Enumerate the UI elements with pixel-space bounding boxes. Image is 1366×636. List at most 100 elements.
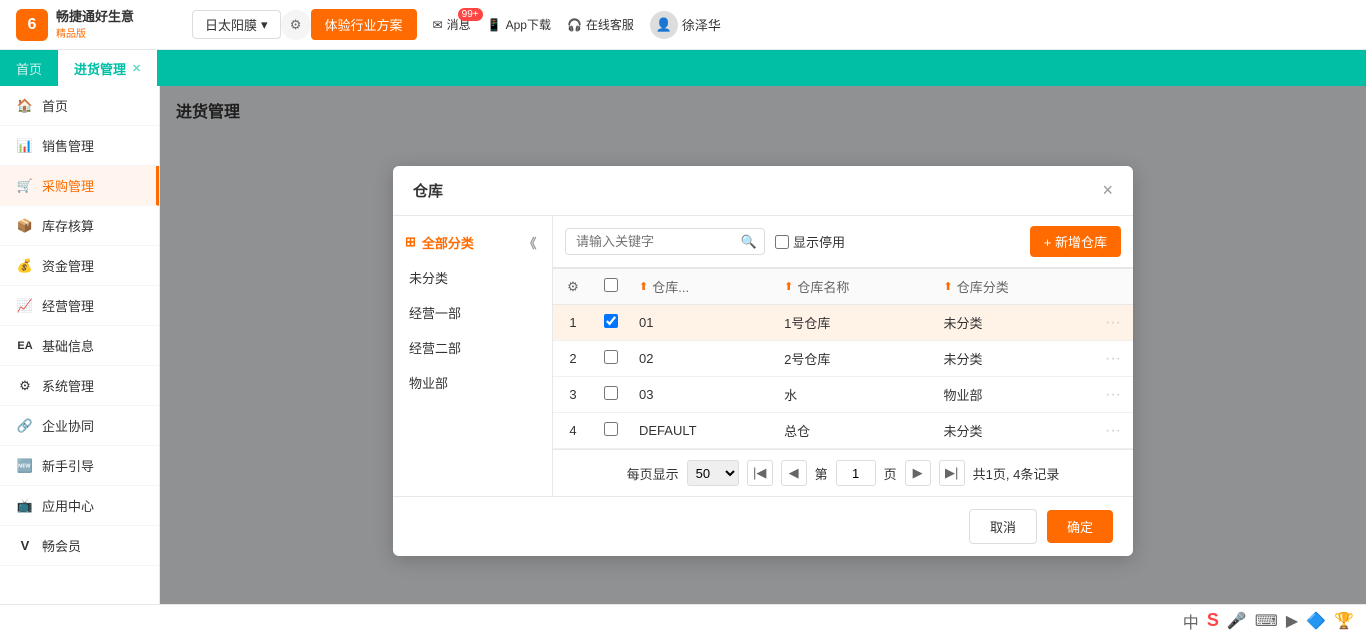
sidebar-item-sales[interactable]: 📊 销售管理 (0, 126, 159, 166)
sort-icon: ⬆ (639, 280, 648, 293)
row-name: 1号仓库 (774, 305, 933, 341)
search-wrap: 🔍 (565, 228, 765, 255)
row-check[interactable] (604, 350, 618, 364)
category-item-none[interactable]: 未分类 (393, 260, 552, 295)
row-category: 未分类 (934, 341, 1093, 377)
gear-button[interactable]: ⚙ (281, 10, 311, 40)
search-input[interactable] (565, 228, 765, 255)
category-item-property[interactable]: 物业部 (393, 365, 552, 400)
chevron-down-icon: ▾ (261, 17, 268, 33)
sidebar-item-membership[interactable]: V 畅会员 (0, 526, 159, 566)
table-row[interactable]: 2 02 2号仓库 未分类 ··· (553, 341, 1133, 377)
service-btn[interactable]: 🎧 在线客服 (567, 16, 634, 33)
modal-content: 🔍 显示停用 + 新增仓库 (553, 216, 1133, 496)
row-more[interactable]: ··· (1093, 341, 1133, 377)
row-more[interactable]: ··· (1093, 413, 1133, 449)
collapse-button[interactable]: 《 (520, 232, 540, 252)
tab-close-icon[interactable]: ✕ (132, 62, 141, 75)
sidebar-item-system[interactable]: ⚙ 系统管理 (0, 366, 159, 406)
page-input[interactable] (836, 460, 876, 486)
row-index: 3 (553, 377, 593, 413)
sidebar-item-inventory[interactable]: 📦 库存核算 (0, 206, 159, 246)
select-all-checkbox[interactable] (604, 278, 618, 292)
next-page-button[interactable]: ▶ (905, 460, 931, 486)
th-check (593, 269, 629, 305)
app-download-btn[interactable]: 📱 App下载 (487, 16, 551, 33)
header-icons: ✉ 消息 99+ 📱 App下载 🎧 在线客服 👤 徐泽华 (433, 11, 721, 39)
finance-icon: 💰 (16, 257, 34, 275)
last-page-button[interactable]: ▶| (939, 460, 965, 486)
table-header-row: ⚙ ⬆仓库... ⬆仓库名称 (553, 269, 1133, 305)
th-actions (1093, 269, 1133, 305)
row-checkbox (593, 377, 629, 413)
bottom-zhong-icon[interactable]: 中 (1183, 609, 1199, 633)
mobile-icon: 📱 (487, 18, 502, 32)
row-name: 总仓 (774, 413, 933, 449)
modal-body: ⊞ 全部分类 《 未分类 经营一部 经营二部 (393, 216, 1133, 496)
message-btn[interactable]: ✉ 消息 99+ (433, 16, 471, 33)
row-more[interactable]: ··· (1093, 305, 1133, 341)
cancel-button[interactable]: 取消 (969, 509, 1037, 544)
sidebar-item-finance[interactable]: 💰 资金管理 (0, 246, 159, 286)
confirm-button[interactable]: 确定 (1047, 510, 1113, 543)
row-name: 水 (774, 377, 933, 413)
sidebar-item-enterprise[interactable]: 🔗 企业协同 (0, 406, 159, 446)
total-label: 共1页, 4条记录 (973, 464, 1060, 483)
sidebar-item-guide[interactable]: 🆕 新手引导 (0, 446, 159, 486)
table-row[interactable]: 1 01 1号仓库 未分类 ··· (553, 305, 1133, 341)
main-layout: 🏠 首页 📊 销售管理 🛒 采购管理 📦 库存核算 💰 资金管理 📈 经营管理 … (0, 86, 1366, 636)
logo-icon: 6 (16, 9, 48, 41)
row-category: 未分类 (934, 413, 1093, 449)
prev-page-button[interactable]: ◀ (781, 460, 807, 486)
logo-sub: 精品版 (56, 25, 134, 40)
tab-purchase[interactable]: 进货管理 ✕ (58, 50, 157, 86)
trial-button[interactable]: 体验行业方案 (311, 9, 417, 40)
app-label: App下载 (506, 16, 551, 33)
add-warehouse-button[interactable]: + 新增仓库 (1030, 226, 1121, 257)
category-item-ops2[interactable]: 经营二部 (393, 330, 552, 365)
guide-icon: 🆕 (16, 457, 34, 475)
table-row[interactable]: 4 DEFAULT 总仓 未分类 ··· (553, 413, 1133, 449)
show-disabled-checkbox[interactable] (775, 235, 789, 249)
first-page-button[interactable]: |◀ (747, 460, 773, 486)
row-index: 1 (553, 305, 593, 341)
home-icon: 🏠 (16, 97, 34, 115)
store-selector[interactable]: 日太阳膜 ▾ (192, 10, 281, 39)
basics-icon: EA (16, 337, 34, 355)
per-page-select[interactable]: 50 100 200 (687, 460, 739, 486)
bottom-trophy-icon[interactable]: 🏆 (1334, 611, 1354, 631)
bottom-play-icon[interactable]: ▶ (1286, 611, 1298, 631)
sidebar-item-operations[interactable]: 📈 经营管理 (0, 286, 159, 326)
tab-home[interactable]: 首页 (0, 50, 58, 86)
content-area: 进货管理 仓库 × ⊞ 全部分类 《 (160, 86, 1366, 636)
store-name: 日太阳膜 (205, 15, 257, 34)
modal-close-button[interactable]: × (1102, 180, 1113, 201)
sidebar-item-apps[interactable]: 📺 应用中心 (0, 486, 159, 526)
modal-sidebar-header[interactable]: ⊞ 全部分类 《 (393, 224, 552, 260)
search-icon[interactable]: 🔍 (741, 234, 757, 250)
sidebar-item-basics[interactable]: EA 基础信息 (0, 326, 159, 366)
bottom-keyboard-icon[interactable]: ⌨ (1255, 611, 1278, 631)
bottom-mic-icon[interactable]: 🎤 (1227, 611, 1247, 631)
page-label: 第 (815, 464, 828, 483)
pagination: 每页显示 50 100 200 |◀ ◀ 第 页 ▶ (553, 449, 1133, 496)
sidebar-item-purchase[interactable]: 🛒 采购管理 (0, 166, 159, 206)
modal-title: 仓库 (413, 180, 443, 201)
modal-overlay: 仓库 × ⊞ 全部分类 《 未分类 (160, 86, 1366, 636)
category-item-ops1[interactable]: 经营一部 (393, 295, 552, 330)
row-index: 2 (553, 341, 593, 377)
headphone-icon: 🎧 (567, 18, 582, 32)
bottom-diamond-icon[interactable]: 🔷 (1306, 611, 1326, 631)
sidebar-item-home[interactable]: 🏠 首页 (0, 86, 159, 126)
all-categories-label: 全部分类 (422, 233, 474, 252)
row-more[interactable]: ··· (1093, 377, 1133, 413)
row-code: 02 (629, 341, 774, 377)
row-check[interactable] (604, 422, 618, 436)
row-check[interactable] (604, 386, 618, 400)
row-check[interactable] (604, 314, 618, 328)
row-checkbox (593, 305, 629, 341)
user-area[interactable]: 👤 徐泽华 (650, 11, 721, 39)
bottom-s-icon[interactable]: S (1207, 610, 1219, 631)
sales-icon: 📊 (16, 137, 34, 155)
table-row[interactable]: 3 03 水 物业部 ··· (553, 377, 1133, 413)
